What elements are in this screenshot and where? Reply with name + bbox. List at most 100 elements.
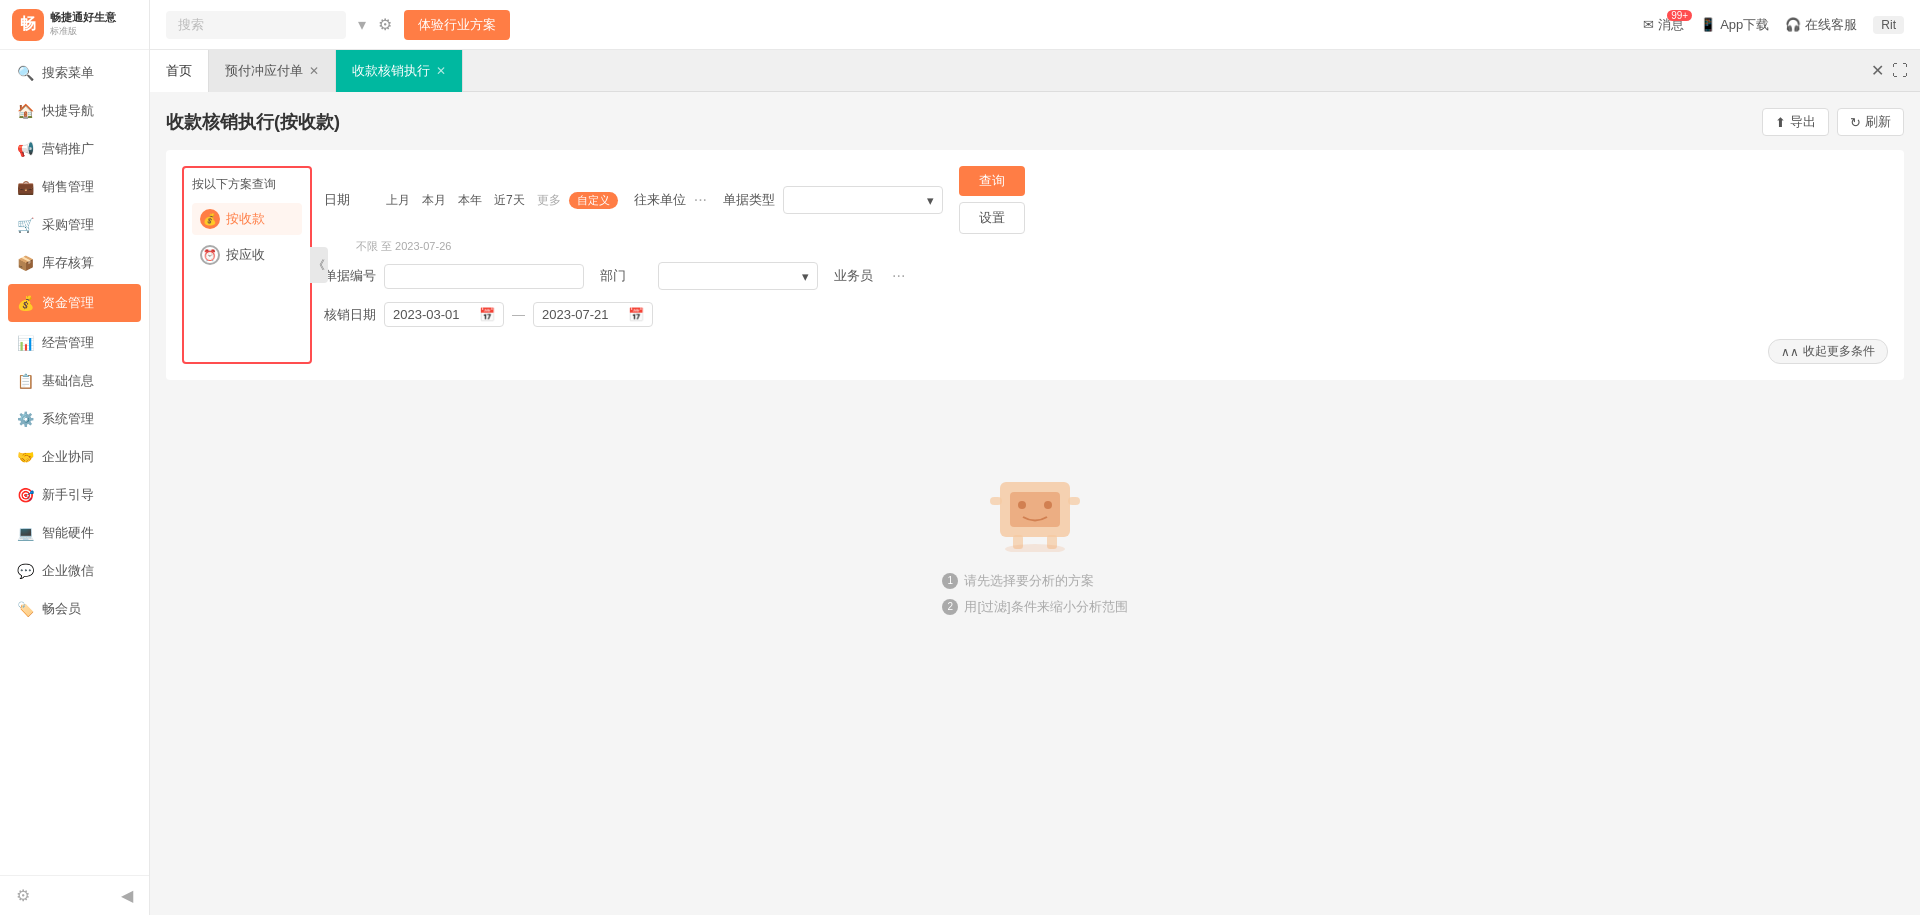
calendar-icon: 📅 [628,307,644,322]
doc-no-field: 单据编号 [324,264,584,289]
doc-no-input[interactable] [384,264,584,289]
this-year-btn[interactable]: 本年 [454,190,486,211]
finance-icon: 💰 [16,295,34,311]
staff-input[interactable]: ··· [892,267,905,285]
sidebar-item-label: 采购管理 [42,216,94,234]
refresh-button[interactable]: ↻ 刷新 [1837,108,1904,136]
topbar: 搜索 ▾ ⚙ 体验行业方案 ✉ 消息 99+ 📱 App下载 🎧 在线客服 Ri… [150,0,1920,50]
date-shortcuts: 上月 本月 本年 近7天 更多 自定义 [382,190,618,211]
sidebar-logo: 畅 畅捷通好生意 标准版 [0,0,149,50]
inventory-icon: 📦 [16,255,34,271]
sidebar-item-basic-info[interactable]: 📋 基础信息 [0,362,149,400]
doc-no-label: 单据编号 [324,267,376,285]
last-month-btn[interactable]: 上月 [382,190,414,211]
tab-receipt-offset[interactable]: 收款核销执行 ✕ [336,50,463,92]
empty-state: 1 请先选择要分析的方案 2 用[过滤]条件来缩小分析范围 [166,392,1904,680]
message-button[interactable]: ✉ 消息 99+ [1643,16,1684,34]
filter-option-by-receivable[interactable]: ⏰ 按应收 [192,239,302,271]
collapse-sidebar-icon[interactable]: ◀ [121,886,133,905]
tab-prepay[interactable]: 预付冲应付单 ✕ [209,50,336,92]
filter-collapse-button[interactable]: 《 [310,247,328,283]
logo-subtitle: 标准版 [50,25,116,38]
filter-option-by-receipt[interactable]: 💰 按收款 [192,203,302,235]
member-icon: 🏷️ [16,601,34,617]
more-dates-btn[interactable]: 更多 [533,190,565,211]
settings-footer-icon[interactable]: ⚙ [16,886,30,905]
calendar-icon: 📅 [479,307,495,322]
sidebar-item-guide[interactable]: 🎯 新手引导 [0,476,149,514]
empty-illustration [985,452,1085,552]
receipt-icon: 💰 [200,209,220,229]
sidebar-item-operation[interactable]: 📊 经营管理 [0,324,149,362]
sidebar-item-label: 搜索菜单 [42,64,94,82]
sidebar-item-label: 畅会员 [42,600,81,618]
main-area: 搜索 ▾ ⚙ 体验行业方案 ✉ 消息 99+ 📱 App下载 🎧 在线客服 Ri… [150,0,1920,915]
sidebar-item-purchase[interactable]: 🛒 采购管理 [0,206,149,244]
query-row-doc: 单据编号 部门 ▾ 业务员 [324,262,1888,290]
filter-option-receivable-label: 按应收 [226,246,265,264]
page-title-bar: 收款核销执行(按收款) ⬆ 导出 ↻ 刷新 [166,108,1904,136]
message-icon: ✉ [1643,17,1654,32]
operation-icon: 📊 [16,335,34,351]
sidebar-item-marketing[interactable]: 📢 营销推广 [0,130,149,168]
tab-receipt-offset-close-icon[interactable]: ✕ [436,64,446,78]
dept-select[interactable]: ▾ [658,262,818,290]
offset-date-start-input[interactable]: 2023-03-01 📅 [384,302,504,327]
filter-title: 按以下方案查询 [192,176,302,193]
sidebar-item-member[interactable]: 🏷️ 畅会员 [0,590,149,628]
tabbar: 首页 预付冲应付单 ✕ 收款核销执行 ✕ ✕ ⛶ [150,50,1920,92]
close-tab-button[interactable]: ✕ [1871,61,1884,80]
topbar-right: ✉ 消息 99+ 📱 App下载 🎧 在线客服 Rit [1643,16,1904,34]
filter-panel: 按以下方案查询 💰 按收款 ⏰ 按应收 《 [166,150,1904,380]
date-limit-text: 不限 至 2023-07-26 [356,240,451,252]
sidebar-item-label: 快捷导航 [42,102,94,120]
sidebar-item-finance[interactable]: 💰 资金管理 [8,284,141,322]
online-service-button[interactable]: 🎧 在线客服 [1785,16,1857,34]
collapse-more-button[interactable]: ∧∧ 收起更多条件 [1768,339,1888,364]
tab-home[interactable]: 首页 [150,50,209,92]
gear-icon[interactable]: ⚙ [378,15,392,34]
query-row-offset-date: 核销日期 2023-03-01 📅 — 2023-07-21 📅 [324,302,1888,327]
headset-icon: 🎧 [1785,17,1801,32]
last-7-days-btn[interactable]: 近7天 [490,190,529,211]
purchase-icon: 🛒 [16,217,34,233]
this-month-btn[interactable]: 本月 [418,190,450,211]
counterparty-input[interactable]: ··· [694,191,707,209]
sidebar-item-hardware[interactable]: 💻 智能硬件 [0,514,149,552]
app-download-button[interactable]: 📱 App下载 [1700,16,1769,34]
tab-prepay-close-icon[interactable]: ✕ [309,64,319,78]
export-icon: ⬆ [1775,115,1786,130]
svg-point-2 [1018,501,1026,509]
sidebar-item-label: 企业微信 [42,562,94,580]
settings-button[interactable]: 设置 [959,202,1025,234]
offset-date-end-input[interactable]: 2023-07-21 📅 [533,302,653,327]
date-field: 日期 上月 本月 本年 近7天 更多 自定义 [324,190,618,211]
logo-text: 畅捷通好生意 标准版 [50,11,116,37]
system-icon: ⚙️ [16,411,34,427]
sidebar: 畅 畅捷通好生意 标准版 🔍 搜索菜单 🏠 快捷导航 📢 营销推广 💼 销售管理… [0,0,150,915]
solution-button[interactable]: 体验行业方案 [404,10,510,40]
sidebar-item-wechat[interactable]: 💬 企业微信 [0,552,149,590]
date-label: 日期 [324,191,374,209]
sidebar-item-label: 基础信息 [42,372,94,390]
tab-home-label: 首页 [166,62,192,80]
chevron-down-icon[interactable]: ▾ [358,15,366,34]
sidebar-item-enterprise[interactable]: 🤝 企业协同 [0,438,149,476]
query-button[interactable]: 查询 [959,166,1025,196]
search-box[interactable]: 搜索 [166,11,346,39]
export-button[interactable]: ⬆ 导出 [1762,108,1829,136]
user-menu[interactable]: Rit [1873,16,1904,34]
expand-tab-button[interactable]: ⛶ [1892,62,1908,80]
sidebar-item-label: 系统管理 [42,410,94,428]
custom-date-tag[interactable]: 自定义 [569,192,618,209]
doc-type-select[interactable]: ▾ [783,186,943,214]
sidebar-item-system[interactable]: ⚙️ 系统管理 [0,400,149,438]
sidebar-item-search-menu[interactable]: 🔍 搜索菜单 [0,54,149,92]
sidebar-item-inventory[interactable]: 📦 库存核算 [0,244,149,282]
query-row-date: 日期 上月 本月 本年 近7天 更多 自定义 [324,166,1888,234]
sidebar-item-quick-nav[interactable]: 🏠 快捷导航 [0,92,149,130]
sidebar-item-label: 企业协同 [42,448,94,466]
refresh-icon: ↻ [1850,115,1861,130]
sidebar-item-sales[interactable]: 💼 销售管理 [0,168,149,206]
tabbar-actions: ✕ ⛶ [1859,61,1920,80]
